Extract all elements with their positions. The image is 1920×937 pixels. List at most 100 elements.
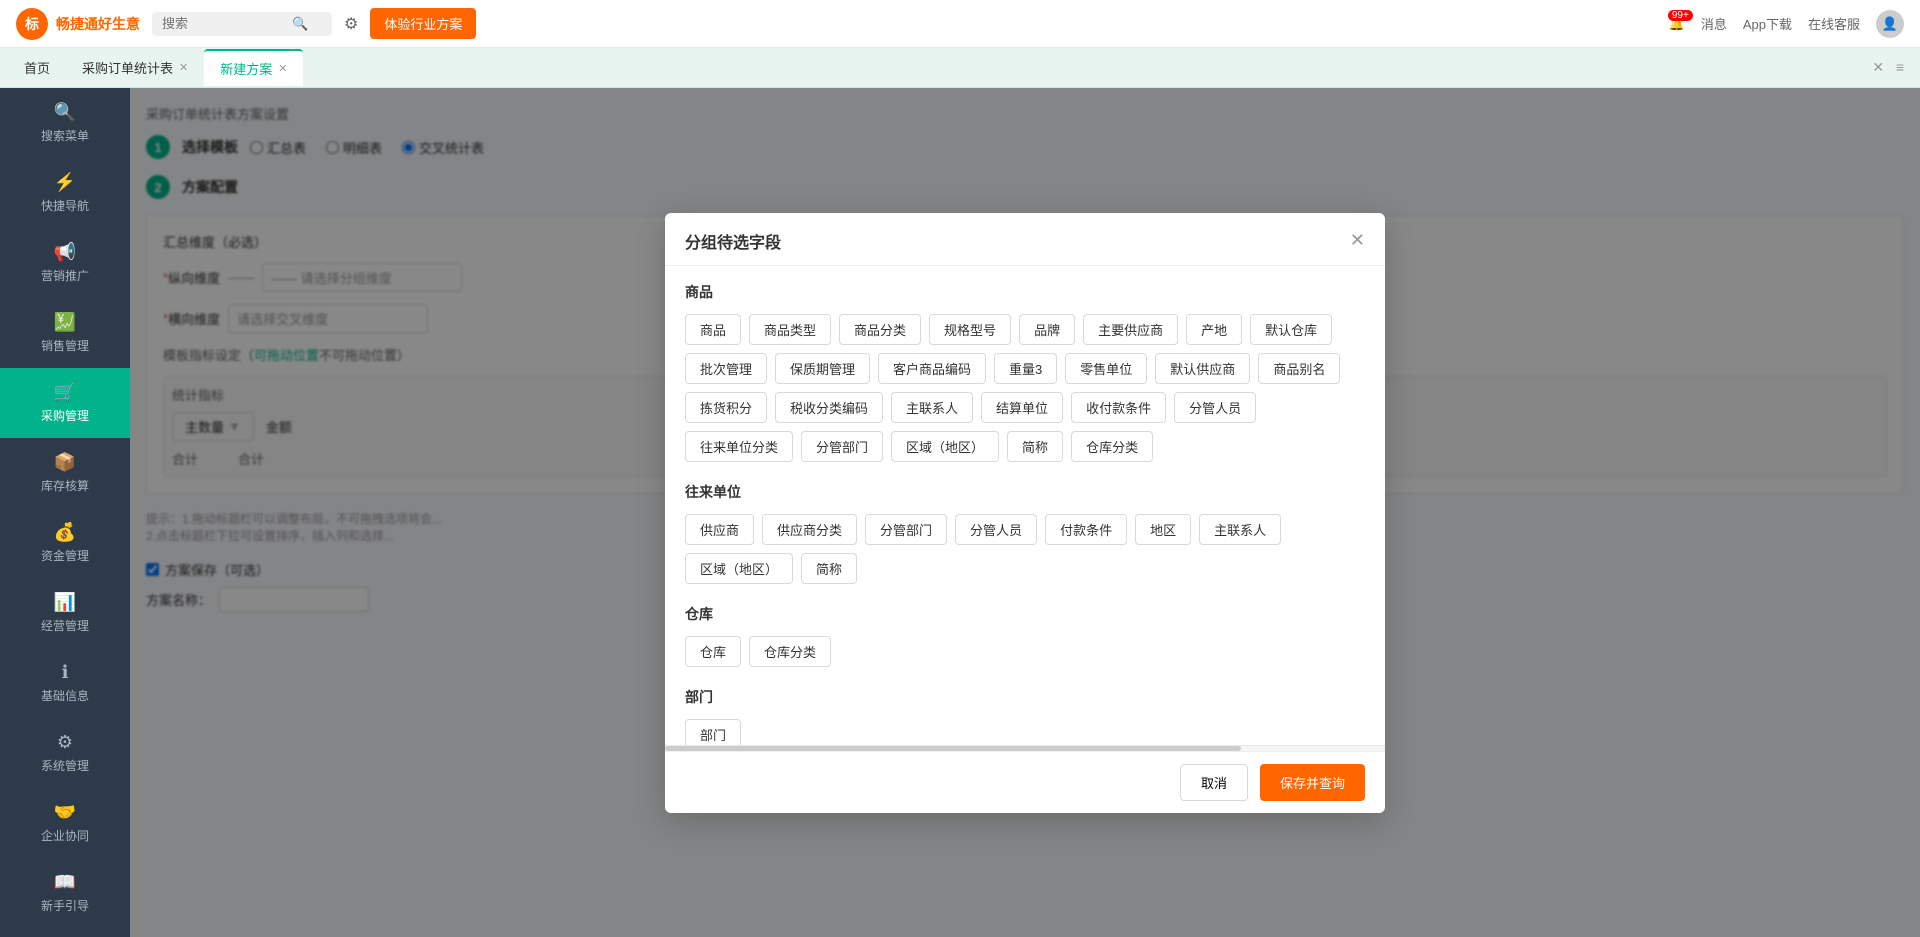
field-tag-warehouse-category[interactable]: 仓库分类 (1071, 431, 1153, 462)
tab-new-plan-label: 新建方案 (220, 59, 272, 78)
field-tag-default-warehouse[interactable]: 默认仓库 (1250, 314, 1332, 345)
notification-label: 消息 (1701, 14, 1727, 33)
online-service-link[interactable]: 在线客服 (1808, 14, 1860, 33)
field-tag-product-category[interactable]: 商品分类 (839, 314, 921, 345)
field-tags-warehouse: 仓库 仓库分类 (685, 636, 1365, 667)
field-group-warehouse: 仓库 仓库 仓库分类 (685, 604, 1365, 667)
tab-purchase-stats-close[interactable]: ✕ (179, 61, 188, 74)
field-tag-product[interactable]: 商品 (685, 314, 741, 345)
field-tag-retail-unit[interactable]: 零售单位 (1065, 353, 1147, 384)
logo-icon: 标 (16, 8, 48, 40)
notification-badge: 99+ (1668, 10, 1693, 21)
tab-purchase-stats[interactable]: 采购订单统计表 ✕ (66, 50, 204, 85)
modal-scroll-thumb[interactable] (665, 746, 1241, 750)
field-tag-default-supplier[interactable]: 默认供应商 (1155, 353, 1250, 384)
tab-close-all[interactable]: ✕ ≡ (1872, 59, 1912, 76)
search-bar[interactable]: 🔍 (152, 12, 332, 36)
cancel-button[interactable]: 取消 (1180, 764, 1248, 801)
field-tag-batch-mgmt[interactable]: 批次管理 (685, 353, 767, 384)
sidebar-item-search-label: 搜索菜单 (41, 127, 89, 144)
operations-icon: 📊 (54, 592, 76, 613)
tab-new-plan-close[interactable]: ✕ (278, 62, 287, 75)
collab-icon: 🤝 (54, 802, 76, 823)
field-tag-warehouse[interactable]: 仓库 (685, 636, 741, 667)
field-tag-product-type[interactable]: 商品类型 (749, 314, 831, 345)
sidebar-item-inventory[interactable]: 📦 库存核算 (0, 438, 130, 508)
modal-close-btn[interactable]: ✕ (1350, 230, 1365, 251)
modal-footer: 取消 保存并查询 (665, 751, 1385, 813)
quick-nav-icon: ⚡ (54, 172, 76, 193)
field-tag-partner-region[interactable]: 区域（地区） (685, 553, 793, 584)
sidebar-item-quick-nav-label: 快捷导航 (41, 197, 89, 214)
field-tag-origin[interactable]: 产地 (1186, 314, 1242, 345)
sidebar-item-app-center[interactable]: 📱 应用中心 (0, 928, 130, 937)
field-tag-region[interactable]: 区域（地区） (891, 431, 999, 462)
avatar[interactable]: 👤 (1876, 10, 1904, 38)
field-tag-product-alias[interactable]: 商品别名 (1258, 353, 1340, 384)
app-download-link[interactable]: App下载 (1743, 14, 1792, 33)
field-tag-main-supplier[interactable]: 主要供应商 (1083, 314, 1178, 345)
sidebar-item-marketing-label: 营销推广 (41, 267, 89, 284)
sidebar-item-collab[interactable]: 🤝 企业协同 (0, 788, 130, 858)
notification-bell[interactable]: 🔔 99+ (1669, 16, 1685, 32)
sidebar-item-sales[interactable]: 💹 销售管理 (0, 298, 130, 368)
field-tag-dept-in-charge[interactable]: 分管部门 (801, 431, 883, 462)
field-tag-dept[interactable]: 部门 (685, 719, 741, 746)
field-tag-partner-supervisor[interactable]: 分管人员 (955, 514, 1037, 545)
sidebar-item-collab-label: 企业协同 (41, 827, 89, 844)
field-tag-weight[interactable]: 重量3 (994, 353, 1057, 384)
field-tag-shelf-life[interactable]: 保质期管理 (775, 353, 870, 384)
purchase-icon: 🛒 (54, 382, 76, 403)
trial-button[interactable]: 体验行业方案 (370, 8, 476, 39)
marketing-icon: 📢 (54, 242, 76, 263)
search-input[interactable] (162, 16, 292, 31)
field-tag-customer-code[interactable]: 客户商品编码 (878, 353, 986, 384)
field-group-dept: 部门 部门 (685, 687, 1365, 746)
guide-icon: 📖 (54, 872, 76, 893)
inventory-icon: 📦 (54, 452, 76, 473)
field-tag-partner-dept[interactable]: 分管部门 (865, 514, 947, 545)
field-tag-spec-model[interactable]: 规格型号 (929, 314, 1011, 345)
main-content: 采购订单统计表方案设置 1 选择模板 汇总表 明细表 交叉统计表 (130, 88, 1920, 937)
field-tag-payment-cond[interactable]: 付款条件 (1045, 514, 1127, 545)
save-query-button[interactable]: 保存并查询 (1260, 764, 1365, 801)
sidebar-item-finance-label: 资金管理 (41, 547, 89, 564)
field-tag-settlement-unit[interactable]: 结算单位 (981, 392, 1063, 423)
field-tag-area[interactable]: 地区 (1135, 514, 1191, 545)
finance-icon: 💰 (54, 522, 76, 543)
tab-home-label: 首页 (24, 58, 50, 77)
field-tag-main-contact[interactable]: 主联系人 (891, 392, 973, 423)
tab-home[interactable]: 首页 (8, 50, 66, 85)
sidebar-item-quick-nav[interactable]: ⚡ 快捷导航 (0, 158, 130, 228)
field-group-product-title: 商品 (685, 282, 1365, 302)
sidebar-item-marketing[interactable]: 📢 营销推广 (0, 228, 130, 298)
field-tag-partner-category[interactable]: 往来单位分类 (685, 431, 793, 462)
modal-overlay: 分组待选字段 ✕ 商品 商品 商品类型 商品分类 规格型号 (130, 88, 1920, 937)
field-tag-warehouse-cat[interactable]: 仓库分类 (749, 636, 831, 667)
settings-icon[interactable]: ⚙ (344, 14, 358, 34)
sidebar-item-search[interactable]: 🔍 搜索菜单 (0, 88, 130, 158)
search-icon: 🔍 (292, 16, 308, 32)
field-tag-supplier-category[interactable]: 供应商分类 (762, 514, 857, 545)
sidebar-item-purchase[interactable]: 🛒 采购管理 (0, 368, 130, 438)
field-tag-partner-contact[interactable]: 主联系人 (1199, 514, 1281, 545)
sidebar-item-finance[interactable]: 💰 资金管理 (0, 508, 130, 578)
field-tag-supplier[interactable]: 供应商 (685, 514, 754, 545)
modal-scrollbar-x[interactable] (665, 745, 1385, 750)
field-group-warehouse-title: 仓库 (685, 604, 1365, 624)
field-tag-tax-code[interactable]: 税收分类编码 (775, 392, 883, 423)
sidebar-item-guide[interactable]: 📖 新手引导 (0, 858, 130, 928)
field-tag-short-name[interactable]: 简称 (1007, 431, 1063, 462)
sidebar-item-operations[interactable]: 📊 经营管理 (0, 578, 130, 648)
field-tag-pick-points[interactable]: 拣货积分 (685, 392, 767, 423)
tab-new-plan[interactable]: 新建方案 ✕ (204, 49, 303, 86)
sidebar-item-guide-label: 新手引导 (41, 897, 89, 914)
sidebar-item-basic-info[interactable]: ℹ 基础信息 (0, 648, 130, 718)
sidebar-item-purchase-label: 采购管理 (41, 407, 89, 424)
field-tag-brand[interactable]: 品牌 (1019, 314, 1075, 345)
field-tag-supervisor[interactable]: 分管人员 (1174, 392, 1256, 423)
sidebar-item-system[interactable]: ⚙ 系统管理 (0, 718, 130, 788)
field-tag-payment-terms[interactable]: 收付款条件 (1071, 392, 1166, 423)
field-tag-partner-short[interactable]: 简称 (801, 553, 857, 584)
field-group-partner: 往来单位 供应商 供应商分类 分管部门 分管人员 付款条件 地区 主联系人 区域… (685, 482, 1365, 584)
